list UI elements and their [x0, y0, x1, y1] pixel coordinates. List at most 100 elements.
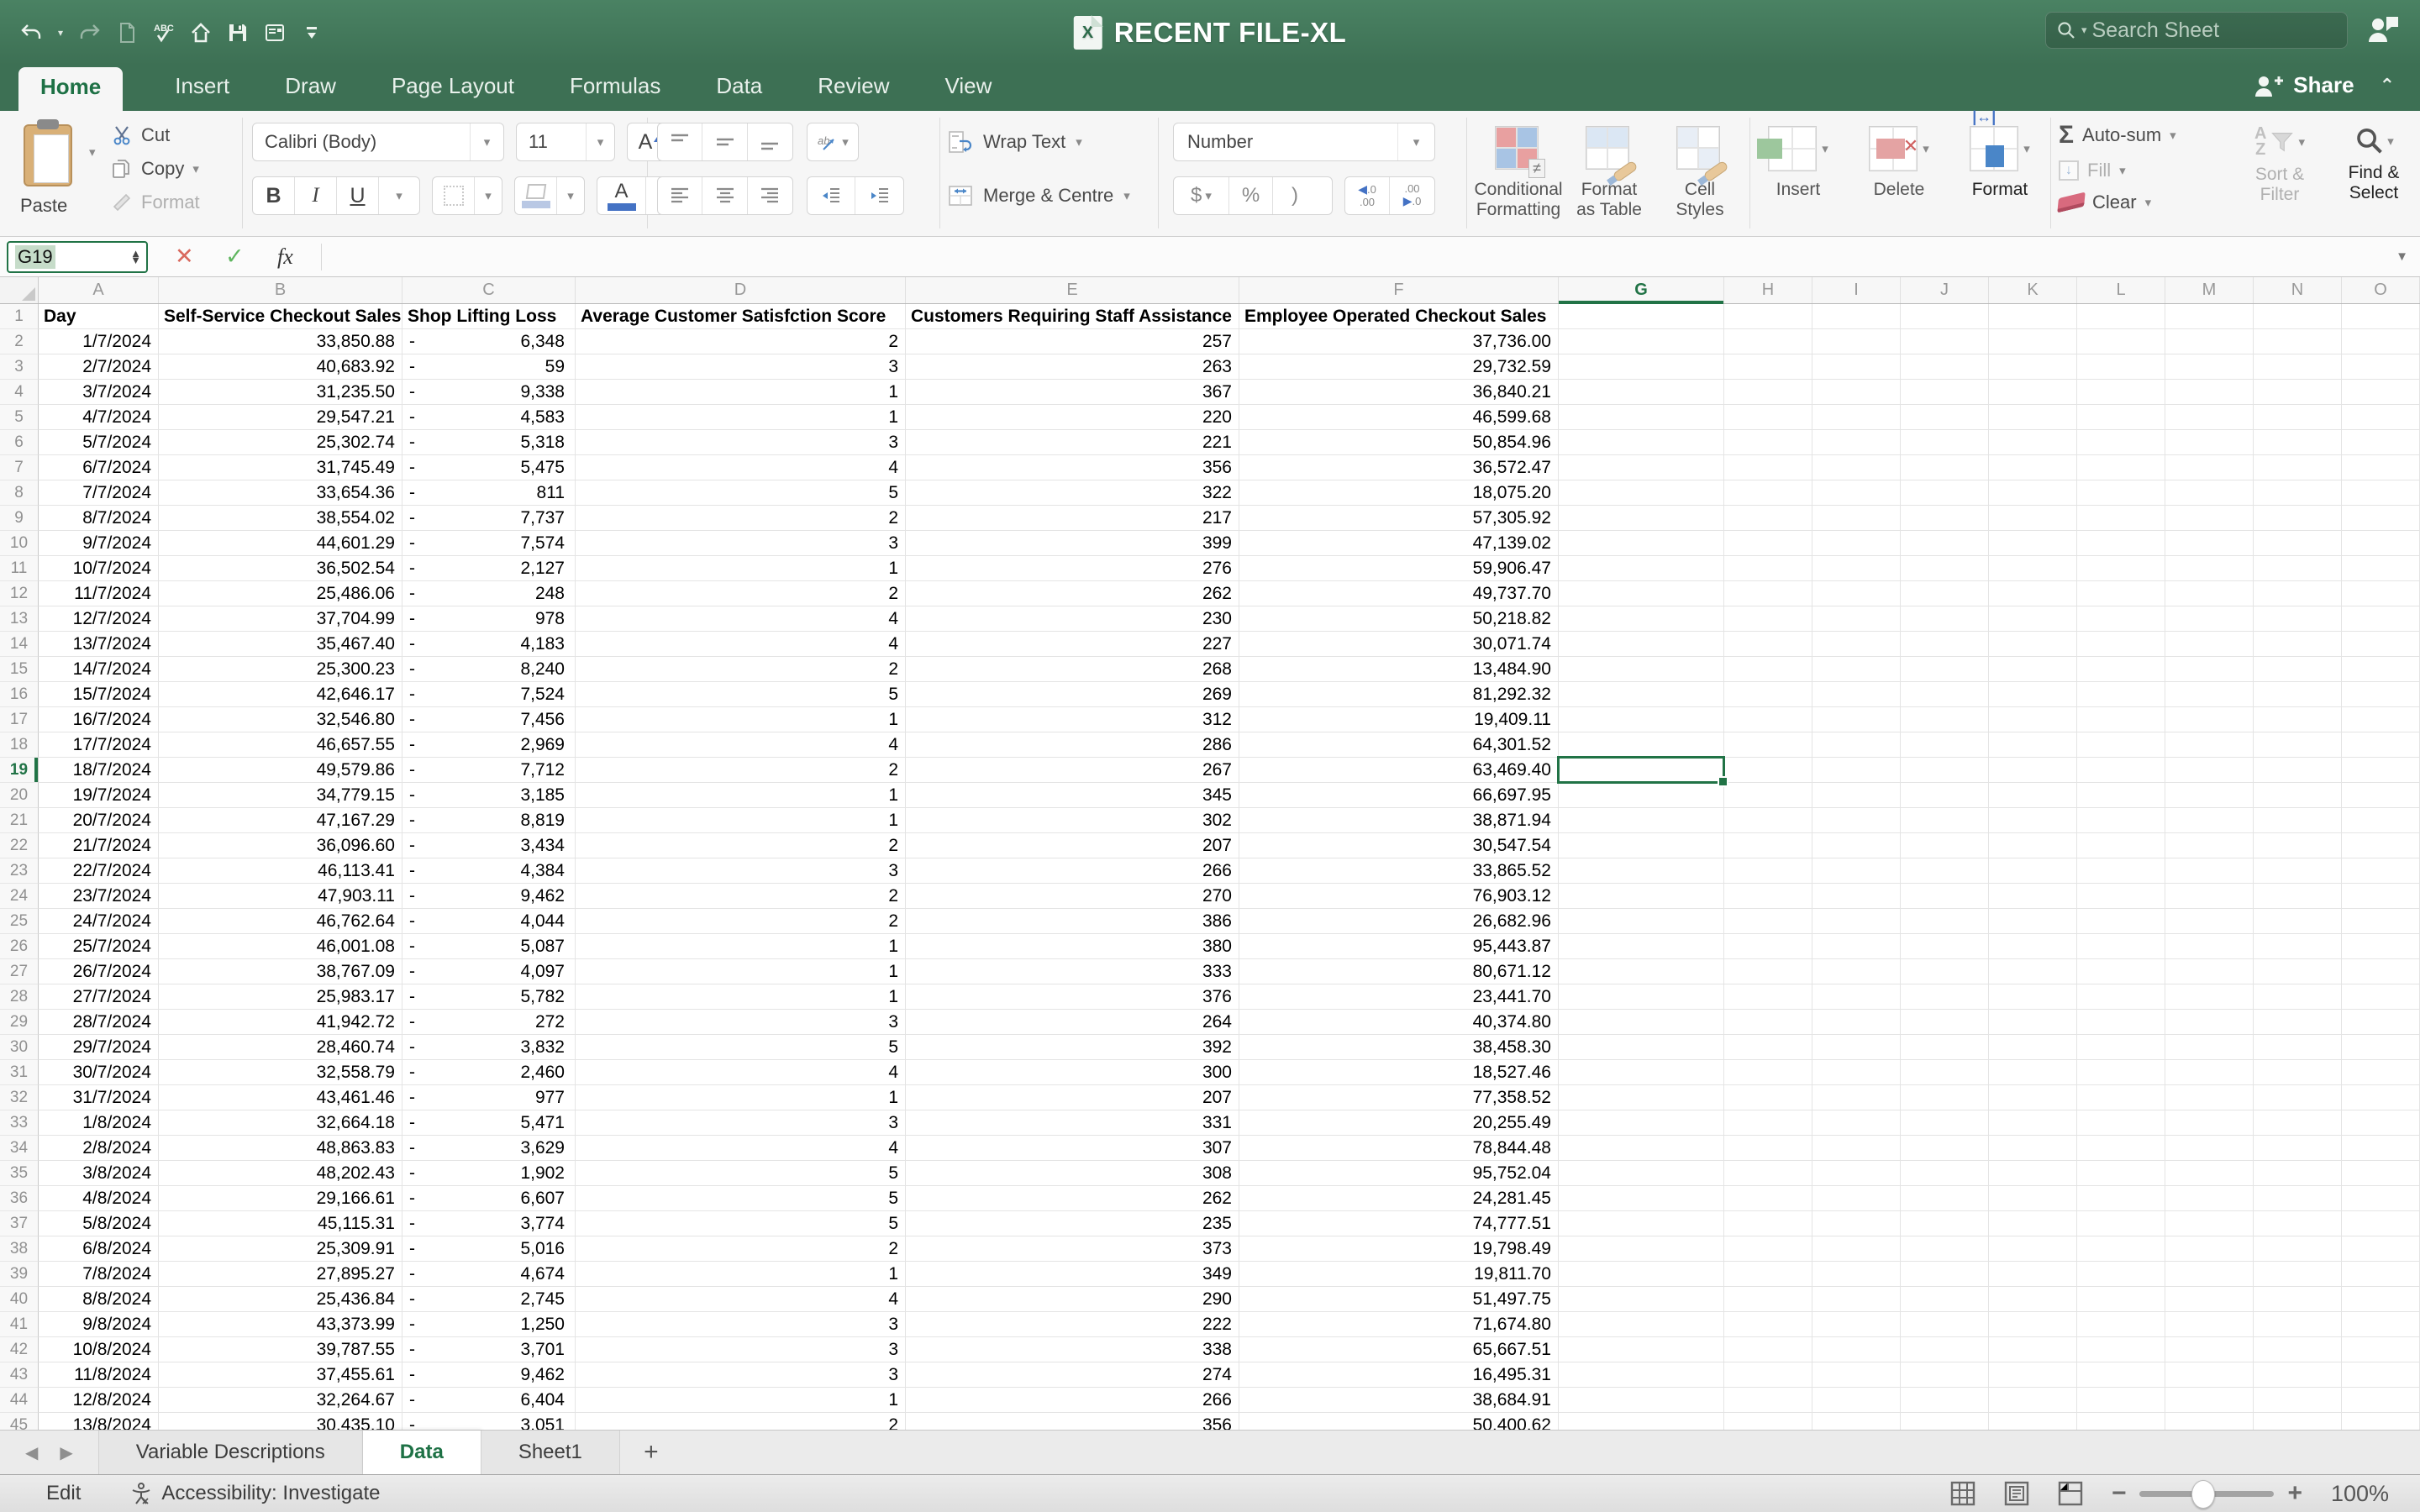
cell-J9[interactable] — [1901, 506, 1989, 531]
comma-style-button[interactable]: ) — [1273, 177, 1317, 214]
cell-M29[interactable] — [2165, 1010, 2254, 1035]
format-as-table-button[interactable]: Format as Table — [1565, 126, 1653, 237]
row-header-34[interactable]: 34 — [0, 1136, 39, 1161]
cell-E34[interactable]: 307 — [906, 1136, 1239, 1161]
row-header-13[interactable]: 13 — [0, 606, 39, 632]
cell-N19[interactable] — [2254, 758, 2342, 783]
cell-F26[interactable]: 95,443.87 — [1239, 934, 1559, 959]
cell-B36[interactable]: 29,166.61 — [159, 1186, 402, 1211]
borders-caret-button[interactable]: ▾ — [475, 177, 502, 214]
cell-D10[interactable]: 3 — [576, 531, 906, 556]
cell-F38[interactable]: 19,798.49 — [1239, 1236, 1559, 1262]
cell-J29[interactable] — [1901, 1010, 1989, 1035]
page-layout-view-icon[interactable] — [2004, 1481, 2029, 1506]
cell-K9[interactable] — [1989, 506, 2077, 531]
row-header-14[interactable]: 14 — [0, 632, 39, 657]
cell-K26[interactable] — [1989, 934, 2077, 959]
cell-J16[interactable] — [1901, 682, 1989, 707]
cell-B10[interactable]: 44,601.29 — [159, 531, 402, 556]
row-header-35[interactable]: 35 — [0, 1161, 39, 1186]
column-header-A[interactable]: A — [39, 277, 159, 303]
cell-K43[interactable] — [1989, 1362, 2077, 1388]
cell-C44[interactable]: -6,404 — [402, 1388, 576, 1413]
merge-centre-button[interactable]: Merge & Centre ▾ — [948, 183, 1130, 208]
cell-J1[interactable] — [1901, 304, 1989, 329]
cell-G41[interactable] — [1559, 1312, 1724, 1337]
cell-E14[interactable]: 227 — [906, 632, 1239, 657]
cell-D38[interactable]: 2 — [576, 1236, 906, 1262]
align-right-button[interactable] — [748, 177, 792, 214]
cell-F4[interactable]: 36,840.21 — [1239, 380, 1559, 405]
cell-G7[interactable] — [1559, 455, 1724, 480]
cell-J4[interactable] — [1901, 380, 1989, 405]
cell-D6[interactable]: 3 — [576, 430, 906, 455]
cell-N35[interactable] — [2254, 1161, 2342, 1186]
cell-C6[interactable]: -5,318 — [402, 430, 576, 455]
name-box-stepper[interactable]: ▲ ▼ — [130, 248, 141, 265]
cell-O21[interactable] — [2342, 808, 2420, 833]
cell-C24[interactable]: -9,462 — [402, 884, 576, 909]
cell-J19[interactable] — [1901, 758, 1989, 783]
cell-E23[interactable]: 266 — [906, 858, 1239, 884]
cell-D13[interactable]: 4 — [576, 606, 906, 632]
cell-E33[interactable]: 331 — [906, 1110, 1239, 1136]
cell-F6[interactable]: 50,854.96 — [1239, 430, 1559, 455]
cell-B9[interactable]: 38,554.02 — [159, 506, 402, 531]
cell-A9[interactable]: 8/7/2024 — [39, 506, 159, 531]
cell-I38[interactable] — [1812, 1236, 1901, 1262]
cell-K22[interactable] — [1989, 833, 2077, 858]
cell-A5[interactable]: 4/7/2024 — [39, 405, 159, 430]
cell-G16[interactable] — [1559, 682, 1724, 707]
cell-M24[interactable] — [2165, 884, 2254, 909]
currency-button[interactable]: $ ▾ — [1174, 177, 1229, 214]
cell-M43[interactable] — [2165, 1362, 2254, 1388]
cell-C31[interactable]: -2,460 — [402, 1060, 576, 1085]
search-input[interactable]: ▾ — [2045, 12, 2348, 49]
cell-G32[interactable] — [1559, 1085, 1724, 1110]
cell-N41[interactable] — [2254, 1312, 2342, 1337]
cell-K7[interactable] — [1989, 455, 2077, 480]
cell-D33[interactable]: 3 — [576, 1110, 906, 1136]
cell-G34[interactable] — [1559, 1136, 1724, 1161]
cell-I11[interactable] — [1812, 556, 1901, 581]
row-header-16[interactable]: 16 — [0, 682, 39, 707]
cell-K10[interactable] — [1989, 531, 2077, 556]
cell-A14[interactable]: 13/7/2024 — [39, 632, 159, 657]
cell-C15[interactable]: -8,240 — [402, 657, 576, 682]
column-header-J[interactable]: J — [1901, 277, 1989, 303]
cell-A16[interactable]: 15/7/2024 — [39, 682, 159, 707]
cell-B12[interactable]: 25,486.06 — [159, 581, 402, 606]
cell-A25[interactable]: 24/7/2024 — [39, 909, 159, 934]
cell-L4[interactable] — [2077, 380, 2165, 405]
cell-M26[interactable] — [2165, 934, 2254, 959]
cell-N38[interactable] — [2254, 1236, 2342, 1262]
cell-L25[interactable] — [2077, 909, 2165, 934]
cell-A7[interactable]: 6/7/2024 — [39, 455, 159, 480]
cell-C39[interactable]: -4,674 — [402, 1262, 576, 1287]
cell-B38[interactable]: 25,309.91 — [159, 1236, 402, 1262]
cell-H8[interactable] — [1724, 480, 1812, 506]
cell-N40[interactable] — [2254, 1287, 2342, 1312]
cell-I1[interactable] — [1812, 304, 1901, 329]
cell-C4[interactable]: -9,338 — [402, 380, 576, 405]
cell-B24[interactable]: 47,903.11 — [159, 884, 402, 909]
cell-E43[interactable]: 274 — [906, 1362, 1239, 1388]
row-header-6[interactable]: 6 — [0, 430, 39, 455]
cell-O5[interactable] — [2342, 405, 2420, 430]
copy-button[interactable]: Copy ▾ — [111, 158, 200, 180]
page-break-view-icon[interactable] — [2058, 1481, 2083, 1506]
cell-F18[interactable]: 64,301.52 — [1239, 732, 1559, 758]
cell-M9[interactable] — [2165, 506, 2254, 531]
cell-G36[interactable] — [1559, 1186, 1724, 1211]
cell-L15[interactable] — [2077, 657, 2165, 682]
cell-I26[interactable] — [1812, 934, 1901, 959]
sheet-tab-sheet1[interactable]: Sheet1 — [481, 1431, 620, 1474]
align-bottom-button[interactable] — [748, 123, 792, 160]
cell-J15[interactable] — [1901, 657, 1989, 682]
row-header-33[interactable]: 33 — [0, 1110, 39, 1136]
cell-G12[interactable] — [1559, 581, 1724, 606]
cell-M27[interactable] — [2165, 959, 2254, 984]
cell-C35[interactable]: -1,902 — [402, 1161, 576, 1186]
cell-I28[interactable] — [1812, 984, 1901, 1010]
row-header-22[interactable]: 22 — [0, 833, 39, 858]
